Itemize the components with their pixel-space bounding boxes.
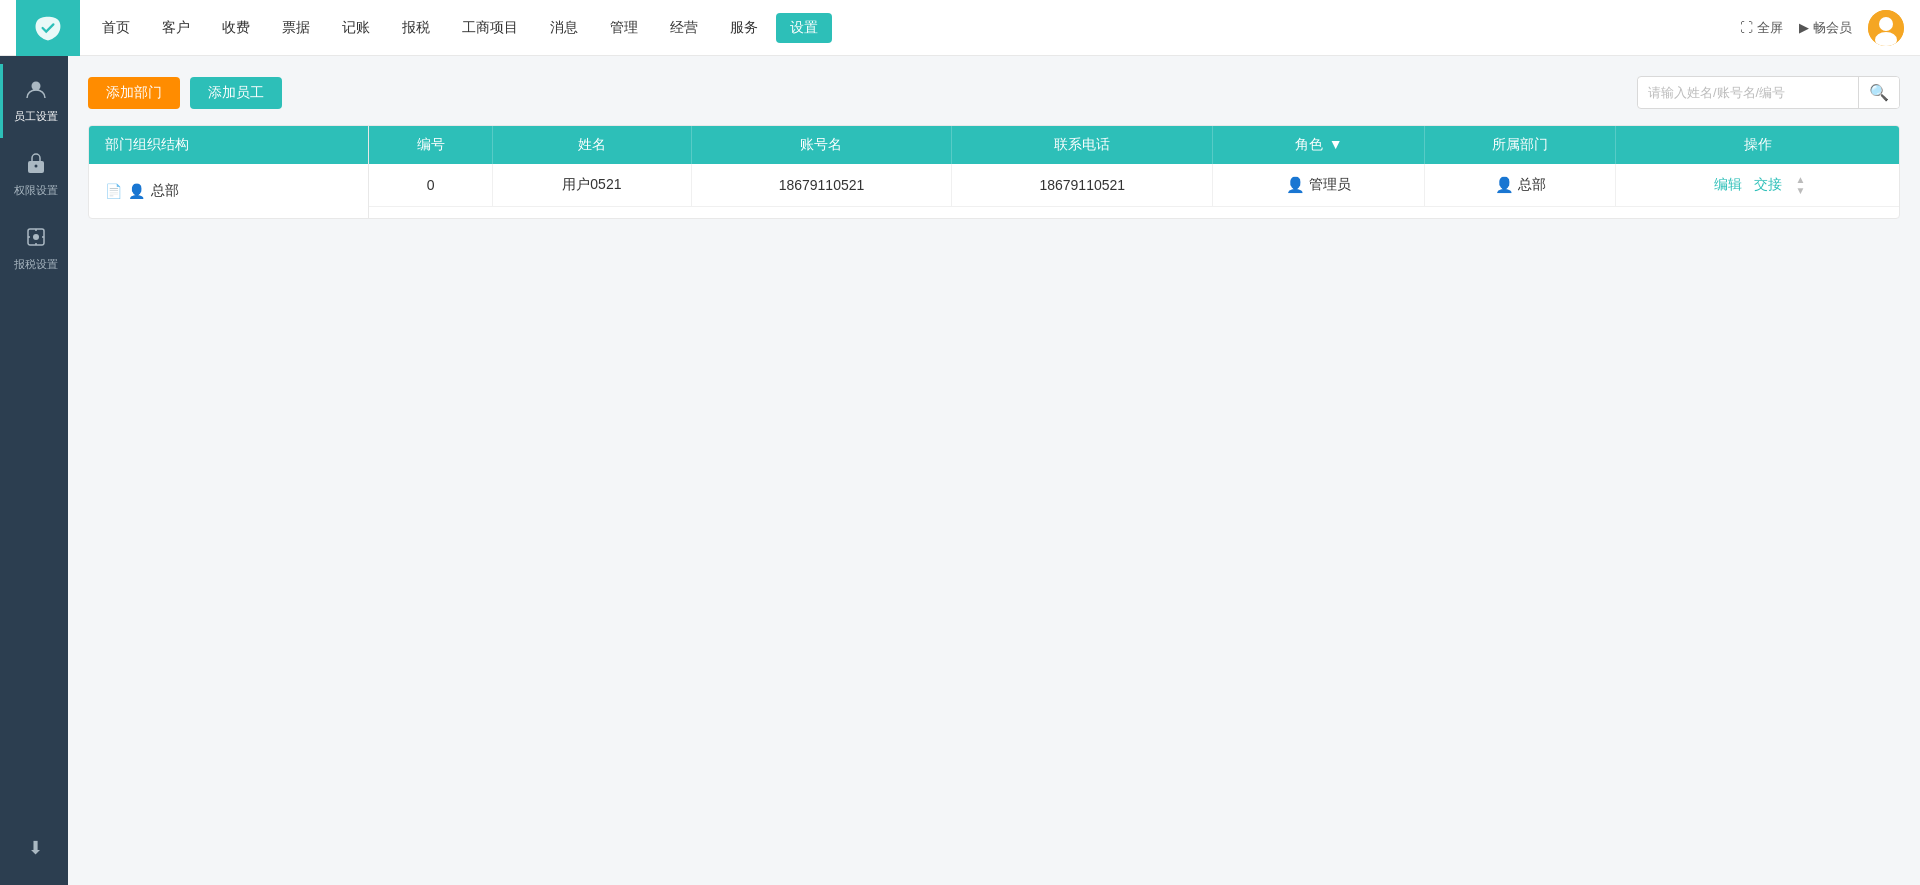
col-action: 操作 — [1616, 126, 1899, 164]
download-icon: ⬇ — [28, 837, 43, 859]
vip-label: 畅会员 — [1813, 19, 1852, 37]
scroll-arrows: ▲ ▼ — [1796, 174, 1806, 196]
cell-account: 18679110521 — [691, 164, 952, 207]
sidebar-item-tax-settings-label: 报税设置 — [14, 257, 58, 272]
sidebar-item-permission-label: 权限设置 — [14, 183, 58, 198]
fullscreen-label: 全屏 — [1757, 19, 1783, 37]
sidebar-item-employee-label: 员工设置 — [14, 109, 58, 124]
col-id: 编号 — [369, 126, 493, 164]
dept-person-icon: 👤 — [128, 183, 145, 199]
nav-right-area: ⛶ 全屏 ▶ 畅会员 — [1740, 10, 1904, 46]
fullscreen-button[interactable]: ⛶ 全屏 — [1740, 19, 1783, 37]
toolbar: 添加部门 添加员工 🔍 — [88, 76, 1900, 109]
dept-file-icon: 📄 — [105, 183, 122, 199]
tax-settings-icon — [25, 226, 47, 253]
nav-client[interactable]: 客户 — [148, 13, 204, 43]
sidebar-item-employee[interactable]: 员工设置 — [0, 64, 68, 138]
col-phone: 联系电话 — [952, 126, 1213, 164]
edit-button[interactable]: 编辑 — [1710, 176, 1746, 192]
sidebar-item-permission[interactable]: 权限设置 — [0, 138, 68, 212]
content-area: 添加部门 添加员工 🔍 部门组织结构 📄 👤 总部 — [68, 56, 1920, 885]
main-layout: 员工设置 权限设置 报税设置 — [0, 56, 1920, 885]
user-avatar[interactable] — [1868, 10, 1904, 46]
dept-person-icon-row: 👤 — [1495, 176, 1514, 194]
table-row: 0 用户0521 18679110521 18679110521 👤 管理员 — [369, 164, 1899, 207]
employee-table: 编号 姓名 账号名 联系电话 角色 ▼ 所属部门 操作 — [369, 126, 1899, 218]
table: 编号 姓名 账号名 联系电话 角色 ▼ 所属部门 操作 — [369, 126, 1899, 207]
cell-dept: 👤 总部 — [1425, 164, 1616, 207]
transfer-button[interactable]: 交接 — [1750, 176, 1786, 192]
cell-id: 0 — [369, 164, 493, 207]
col-role: 角色 ▼ — [1213, 126, 1425, 164]
svg-point-1 — [1879, 17, 1893, 31]
nav-business[interactable]: 工商项目 — [448, 13, 532, 43]
col-account: 账号名 — [691, 126, 952, 164]
dept-item-root-label: 总部 — [151, 182, 179, 200]
main-panel: 部门组织结构 📄 👤 总部 编号 姓名 账号名 — [88, 125, 1900, 219]
top-navigation: 首页 客户 收费 票据 记账 报税 工商项目 消息 管理 经营 服务 设置 ⛶ … — [0, 0, 1920, 56]
sidebar-item-tax-settings[interactable]: 报税设置 — [0, 212, 68, 286]
scroll-down-icon: ▼ — [1796, 185, 1806, 196]
employee-icon — [25, 78, 47, 105]
nav-message[interactable]: 消息 — [536, 13, 592, 43]
nav-invoice[interactable]: 票据 — [268, 13, 324, 43]
cell-phone: 18679110521 — [952, 164, 1213, 207]
col-name: 姓名 — [493, 126, 691, 164]
nav-menu: 首页 客户 收费 票据 记账 报税 工商项目 消息 管理 经营 服务 设置 — [88, 13, 1740, 43]
role-person-icon: 👤 — [1286, 176, 1305, 194]
vip-icon: ▶ — [1799, 20, 1809, 35]
permission-icon — [26, 152, 46, 179]
nav-fee[interactable]: 收费 — [208, 13, 264, 43]
nav-account[interactable]: 记账 — [328, 13, 384, 43]
table-header: 编号 姓名 账号名 联系电话 角色 ▼ 所属部门 操作 — [369, 126, 1899, 164]
nav-home[interactable]: 首页 — [88, 13, 144, 43]
search-bar: 🔍 — [1637, 76, 1900, 109]
svg-point-5 — [34, 165, 37, 168]
cell-role-text: 管理员 — [1309, 176, 1351, 194]
app-logo — [16, 0, 80, 56]
cell-dept-text: 总部 — [1518, 176, 1546, 194]
sidebar: 员工设置 权限设置 报税设置 — [0, 56, 68, 885]
nav-service[interactable]: 服务 — [716, 13, 772, 43]
svg-point-3 — [31, 82, 40, 91]
nav-manage[interactable]: 管理 — [596, 13, 652, 43]
add-dept-button[interactable]: 添加部门 — [88, 77, 180, 109]
cell-actions: 编辑 交接 ▲ ▼ — [1616, 164, 1899, 207]
scroll-up-icon: ▲ — [1796, 174, 1806, 185]
col-dept: 所属部门 — [1425, 126, 1616, 164]
nav-settings[interactable]: 设置 — [776, 13, 832, 43]
dept-tree-body: 📄 👤 总部 — [89, 164, 368, 218]
nav-tax[interactable]: 报税 — [388, 13, 444, 43]
sidebar-bottom: ⬇ — [0, 823, 68, 885]
search-button[interactable]: 🔍 — [1858, 77, 1899, 108]
table-body: 0 用户0521 18679110521 18679110521 👤 管理员 — [369, 164, 1899, 207]
cell-name: 用户0521 — [493, 164, 691, 207]
vip-button[interactable]: ▶ 畅会员 — [1799, 19, 1852, 37]
svg-point-7 — [33, 234, 39, 240]
dept-tree: 部门组织结构 📄 👤 总部 — [89, 126, 369, 218]
cell-role: 👤 管理员 — [1213, 164, 1425, 207]
nav-operation[interactable]: 经营 — [656, 13, 712, 43]
sidebar-download[interactable]: ⬇ — [0, 823, 68, 873]
search-icon: 🔍 — [1869, 84, 1889, 101]
role-filter-icon[interactable]: ▼ — [1329, 136, 1343, 152]
dept-tree-header: 部门组织结构 — [89, 126, 368, 164]
dept-item-root[interactable]: 📄 👤 总部 — [105, 176, 352, 206]
add-emp-button[interactable]: 添加员工 — [190, 77, 282, 109]
search-input[interactable] — [1638, 79, 1858, 106]
fullscreen-icon: ⛶ — [1740, 20, 1753, 35]
